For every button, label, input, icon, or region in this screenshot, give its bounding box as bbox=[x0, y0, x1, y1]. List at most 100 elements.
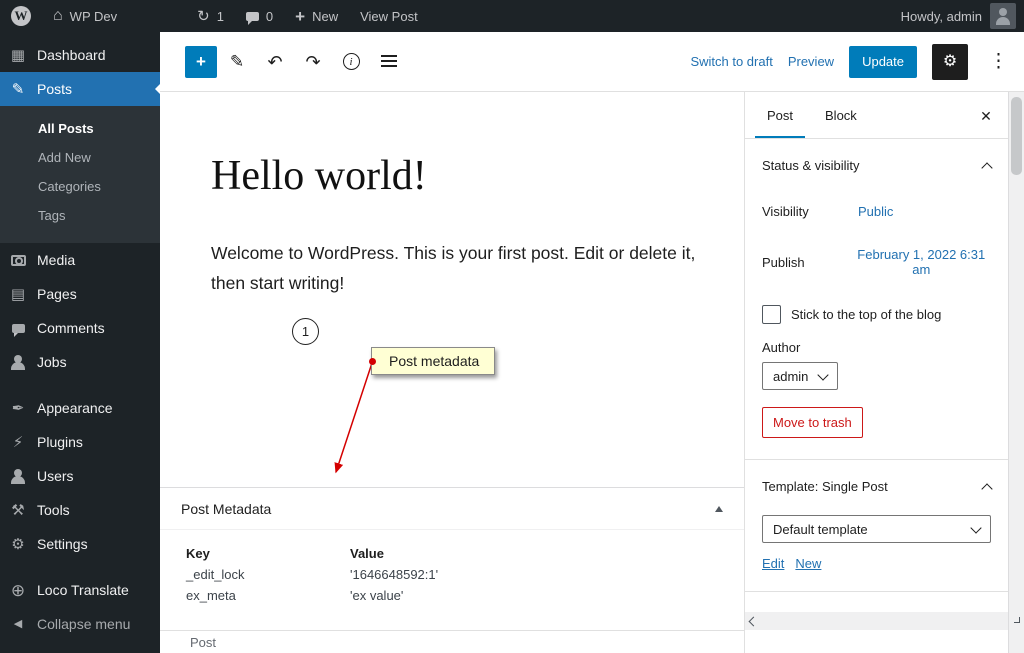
scrollbar-thumb[interactable] bbox=[1011, 97, 1022, 175]
sidebar-item-media[interactable]: Media bbox=[0, 243, 160, 277]
editor-toolbar-right: Switch to draft Preview Update bbox=[690, 44, 1014, 80]
updates-menu[interactable]: 1 bbox=[186, 0, 235, 32]
sidebar-item-tools[interactable]: Tools bbox=[0, 493, 160, 527]
collapse-toggle-icon[interactable] bbox=[715, 506, 723, 512]
preview-button[interactable]: Preview bbox=[788, 54, 834, 69]
section-title: Status & visibility bbox=[762, 158, 860, 173]
globe-icon bbox=[8, 582, 28, 599]
template-new-link[interactable]: New bbox=[795, 556, 821, 571]
sticky-checkbox[interactable] bbox=[762, 305, 781, 324]
scroll-down-button[interactable] bbox=[1009, 612, 1024, 630]
menu-label: Pages bbox=[37, 286, 77, 302]
comments-menu[interactable]: 0 bbox=[235, 0, 284, 32]
breadcrumb[interactable]: Post bbox=[190, 635, 216, 650]
comments-icon bbox=[8, 324, 28, 333]
template-edit-link[interactable]: Edit bbox=[762, 556, 784, 571]
posts-icon bbox=[8, 82, 28, 97]
collapse-menu-button[interactable]: Collapse menu bbox=[0, 607, 160, 641]
menu-label: Posts bbox=[37, 81, 72, 97]
new-label: New bbox=[312, 9, 338, 24]
metabox-header[interactable]: Post Metadata bbox=[160, 488, 744, 530]
active-menu-arrow bbox=[150, 84, 160, 94]
site-name-menu[interactable]: WP Dev bbox=[42, 0, 128, 32]
publish-label: Publish bbox=[762, 255, 852, 270]
updates-count: 1 bbox=[217, 9, 224, 24]
user-icon bbox=[993, 6, 1013, 26]
view-post-link[interactable]: View Post bbox=[349, 0, 429, 32]
close-settings-button[interactable] bbox=[973, 103, 999, 129]
column-key: Key bbox=[186, 543, 350, 564]
account-menu[interactable]: Howdy, admin bbox=[901, 0, 1024, 32]
list-view-button[interactable] bbox=[371, 44, 407, 80]
template-header[interactable]: Template: Single Post bbox=[745, 460, 1008, 513]
meta-value: 'ex value' bbox=[350, 585, 718, 606]
submenu-item-categories[interactable]: Categories bbox=[0, 172, 160, 201]
tab-post[interactable]: Post bbox=[751, 92, 809, 138]
move-to-trash-button[interactable]: Move to trash bbox=[762, 407, 863, 438]
visibility-value-button[interactable]: Public bbox=[858, 204, 893, 219]
submenu-item-tags[interactable]: Tags bbox=[0, 201, 160, 230]
status-visibility-body: Visibility Public Publish February 1, 20… bbox=[745, 192, 1008, 459]
vertical-scrollbar[interactable] bbox=[1008, 92, 1024, 653]
annotation-number-text: 1 bbox=[302, 324, 309, 339]
post-paragraph[interactable]: Welcome to WordPress. This is your first… bbox=[211, 238, 699, 298]
submenu-item-add-new[interactable]: Add New bbox=[0, 143, 160, 172]
author-select[interactable]: admin bbox=[762, 362, 838, 390]
sticky-label: Stick to the top of the blog bbox=[791, 307, 941, 322]
pages-icon bbox=[8, 287, 28, 302]
annotation-tooltip: Post metadata bbox=[371, 347, 495, 375]
collapse-arrow-icon bbox=[8, 619, 28, 630]
editor-breadcrumb-bar: Post bbox=[160, 630, 744, 653]
sidebar-item-comments[interactable]: Comments bbox=[0, 311, 160, 345]
sidebar-item-loco-translate[interactable]: Loco Translate bbox=[0, 573, 160, 607]
list-view-icon bbox=[381, 55, 397, 68]
menu-separator bbox=[0, 561, 160, 573]
table-row: _edit_lock '1646648592:1' bbox=[186, 564, 718, 585]
sidebar-item-appearance[interactable]: Appearance bbox=[0, 391, 160, 425]
submenu-item-all-posts[interactable]: All Posts bbox=[0, 114, 160, 143]
undo-icon bbox=[267, 53, 282, 71]
template-section: Template: Single Post Default template E… bbox=[745, 459, 1008, 591]
publish-date-button[interactable]: February 1, 2022 6:31 am bbox=[852, 247, 991, 277]
chevron-up-icon bbox=[981, 483, 992, 494]
options-menu-button[interactable] bbox=[983, 49, 1014, 75]
post-metadata-metabox: Post Metadata Key Value _edit_lock '1646… bbox=[160, 487, 744, 619]
horizontal-scrollbar[interactable] bbox=[745, 612, 1008, 630]
template-select[interactable]: Default template bbox=[762, 515, 991, 543]
undo-button[interactable] bbox=[257, 44, 293, 80]
sidebar-item-users[interactable]: Users bbox=[0, 459, 160, 493]
settings-panel-toggle[interactable] bbox=[932, 44, 968, 80]
sidebar-item-dashboard[interactable]: Dashboard bbox=[0, 38, 160, 72]
updates-icon bbox=[197, 9, 210, 24]
sidebar-item-pages[interactable]: Pages bbox=[0, 277, 160, 311]
kebab-icon bbox=[989, 52, 1008, 71]
post-title[interactable]: Hello world! bbox=[211, 152, 427, 200]
details-button[interactable] bbox=[333, 44, 369, 80]
menu-label: Plugins bbox=[37, 434, 83, 450]
edit-mode-button[interactable] bbox=[219, 44, 255, 80]
sidebar-item-plugins[interactable]: Plugins bbox=[0, 425, 160, 459]
sidebar-item-posts[interactable]: Posts bbox=[0, 72, 160, 106]
wordpress-logo-menu[interactable]: W bbox=[0, 0, 42, 32]
new-content-menu[interactable]: New bbox=[284, 0, 349, 32]
dashboard-icon bbox=[8, 48, 28, 63]
update-button[interactable]: Update bbox=[849, 46, 917, 78]
howdy-text: Howdy, admin bbox=[901, 9, 982, 24]
block-inserter-button[interactable] bbox=[185, 46, 217, 78]
redo-button[interactable] bbox=[295, 44, 331, 80]
menu-label: Settings bbox=[37, 536, 88, 552]
jobs-icon bbox=[8, 353, 28, 371]
tab-block[interactable]: Block bbox=[809, 92, 873, 138]
settings-sidebar: Post Block Status & visibility Visibilit… bbox=[744, 92, 1008, 653]
sidebar-item-jobs[interactable]: Jobs bbox=[0, 345, 160, 379]
avatar bbox=[990, 3, 1016, 29]
chevron-down-icon bbox=[818, 369, 829, 380]
scroll-left-icon[interactable] bbox=[749, 616, 759, 626]
settings-icon bbox=[8, 537, 28, 552]
switch-to-draft-button[interactable]: Switch to draft bbox=[690, 54, 772, 69]
tools-icon bbox=[8, 503, 28, 518]
meta-key: _edit_lock bbox=[186, 564, 350, 585]
posts-submenu: All Posts Add New Categories Tags bbox=[0, 106, 160, 243]
status-visibility-header[interactable]: Status & visibility bbox=[745, 139, 1008, 192]
sidebar-item-settings[interactable]: Settings bbox=[0, 527, 160, 561]
